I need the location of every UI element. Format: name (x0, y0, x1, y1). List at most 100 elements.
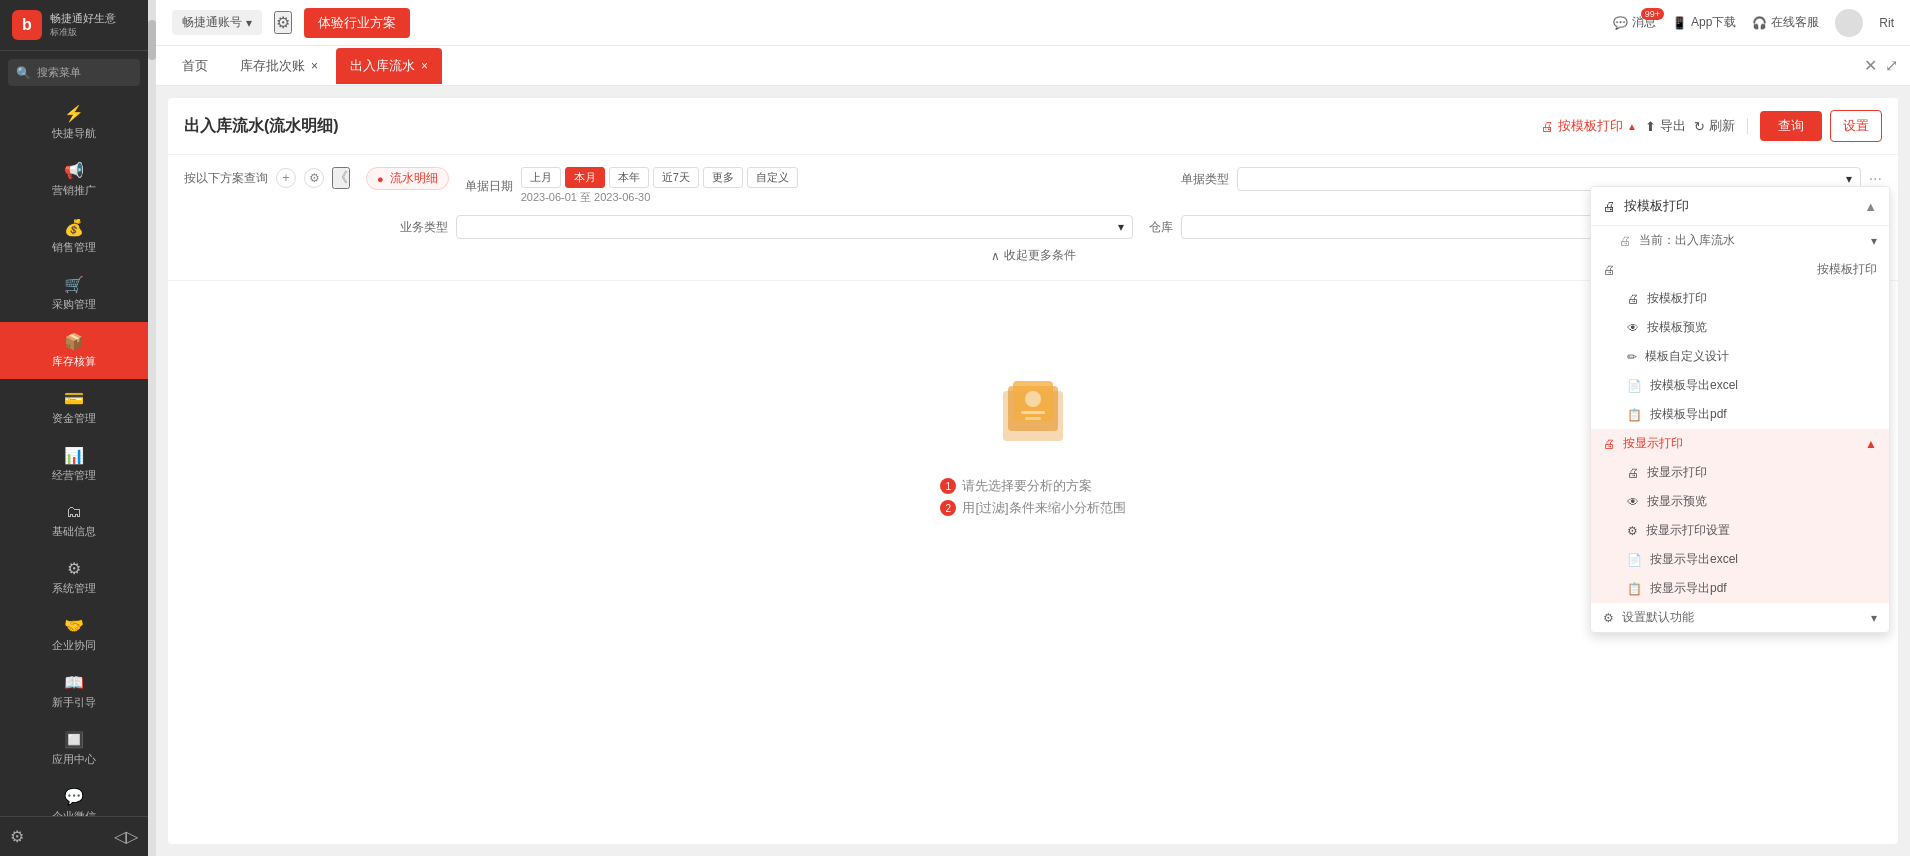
filter-settings-button[interactable]: ⚙ (304, 168, 324, 188)
sidebar-item-marketing[interactable]: 📢 营销推广 (0, 151, 148, 208)
search-menu-button[interactable]: 🔍 查询 搜索菜单 (8, 59, 140, 86)
print-template-button[interactable]: 🖨 按模板打印 ▲ (1541, 117, 1637, 135)
online-service-button[interactable]: 🎧 在线客服 (1752, 14, 1819, 31)
sidebar-search-area: 🔍 查询 搜索菜单 (0, 51, 148, 94)
display-section-chevron: ▲ (1865, 437, 1877, 451)
date-btn-this-month[interactable]: 本月 (565, 167, 605, 188)
current-text: 当前：出入库流水 (1639, 232, 1735, 249)
display-section-label: 按显示打印 (1623, 435, 1683, 452)
svg-rect-4 (1021, 411, 1045, 414)
user-selector[interactable]: 畅捷通账号 ▾ (172, 10, 262, 35)
sidebar-item-operations[interactable]: 📊 经营管理 (0, 436, 148, 493)
sidebar-item-inventory[interactable]: 📦 库存核算 (0, 322, 148, 379)
dropdown-title: 按模板打印 (1624, 197, 1689, 215)
sidebar-item-quick-nav[interactable]: ⚡ 快捷导航 (0, 94, 148, 151)
empty-step-1: 1 请先选择要分析的方案 (940, 477, 1125, 495)
template-preview-icon: 👁 (1627, 321, 1639, 335)
sidebar-item-wechat[interactable]: 💬 企业微信 (0, 777, 148, 816)
filter-tag-flow[interactable]: ● 流水明细 (366, 167, 449, 190)
message-badge: 99+ (1641, 8, 1664, 20)
tab-inventory-close[interactable]: × (421, 59, 428, 73)
filter-tag-icon: ● (377, 173, 384, 185)
sidebar-item-app-center[interactable]: 🔲 应用中心 (0, 720, 148, 777)
refresh-button[interactable]: ↻ 刷新 (1694, 117, 1735, 135)
display-section-header[interactable]: 🖨 按显示打印 ▲ (1591, 429, 1889, 458)
dropdown-item-display-print[interactable]: 🖨 按显示打印 (1591, 458, 1889, 487)
display-section-icon: 🖨 (1603, 437, 1615, 451)
date-btn-last-month[interactable]: 上月 (521, 167, 561, 188)
current-chevron: ▾ (1871, 234, 1877, 248)
tab-batch-close[interactable]: × (311, 59, 318, 73)
expand-window-button[interactable]: ⤢ (1885, 56, 1898, 75)
sidebar-item-base-info[interactable]: 🗂 基础信息 (0, 493, 148, 549)
tabs-bar: 首页 库存批次账 × 出入库流水 × ✕ ⤢ (156, 46, 1910, 86)
window-controls: ✕ ⤢ (1864, 56, 1898, 75)
user-avatar[interactable] (1835, 9, 1863, 37)
sidebar-item-sales[interactable]: 💰 销售管理 (0, 208, 148, 265)
collapse-label: 收起更多条件 (1004, 247, 1076, 264)
template-preview-label: 按模板预览 (1647, 319, 1707, 336)
sidebar-item-system[interactable]: ⚙ 系统管理 (0, 549, 148, 606)
close-window-button[interactable]: ✕ (1864, 56, 1877, 75)
filter-collapse-button[interactable]: 《 (332, 167, 350, 189)
date-range-text: 2023-06-01 至 2023-06-30 (521, 190, 798, 205)
phone-icon: 📱 (1672, 16, 1687, 30)
step-num-2: 2 (940, 500, 956, 516)
dropdown-header[interactable]: 🖨 按模板打印 ▲ (1591, 187, 1889, 226)
tab-home[interactable]: 首页 (168, 48, 222, 84)
template-section-header[interactable]: 🖨 按模板打印 (1591, 255, 1889, 284)
date-btn-this-year[interactable]: 本年 (609, 167, 649, 188)
filter-add-button[interactable]: + (276, 168, 296, 188)
settings-button[interactable]: 设置 (1830, 110, 1882, 142)
collapse-sidebar-button[interactable]: ◁▷ (114, 827, 138, 846)
dropdown-item-display-preview[interactable]: 👁 按显示预览 (1591, 487, 1889, 516)
sidebar-item-purchase[interactable]: 🛒 采购管理 (0, 265, 148, 322)
dropdown-item-display-export-excel[interactable]: 📄 按显示导出excel (1591, 545, 1889, 574)
export-icon: ⬆ (1645, 119, 1656, 134)
dropdown-item-template-preview[interactable]: 👁 按模板预览 (1591, 313, 1889, 342)
filter-label: 按以下方案查询 (184, 170, 268, 187)
export-button[interactable]: ⬆ 导出 (1645, 117, 1686, 135)
sidebar-item-cooperation[interactable]: 🤝 企业协同 (0, 606, 148, 663)
dropdown-item-template-customize[interactable]: ✏ 模板自定义设计 (1591, 342, 1889, 371)
topbar-gear-button[interactable]: ⚙ (274, 11, 292, 34)
default-settings-label: 设置默认功能 (1622, 609, 1694, 626)
step-1-text: 请先选择要分析的方案 (962, 477, 1092, 495)
dropdown-header-left: 🖨 按模板打印 (1603, 197, 1689, 215)
template-customize-label: 模板自定义设计 (1645, 348, 1729, 365)
query-button[interactable]: 查询 (1760, 111, 1822, 141)
biz-type-select[interactable]: ▾ (456, 215, 1133, 239)
page-header-right: 🖨 按模板打印 ▲ ⬆ 导出 ↻ 刷新 查询 设置 (1541, 110, 1882, 142)
date-btn-last-7days[interactable]: 近7天 (653, 167, 699, 188)
warehouse-label: 仓库 (1149, 219, 1173, 236)
industry-solution-button[interactable]: 体验行业方案 (304, 8, 410, 38)
sidebar-item-finance[interactable]: 💳 资金管理 (0, 379, 148, 436)
settings-gear-button[interactable]: ⚙ (10, 827, 24, 846)
message-button[interactable]: 💬 消息 99+ (1613, 14, 1656, 31)
dropdown-item-template-export-excel[interactable]: 📄 按模板导出excel (1591, 371, 1889, 400)
app-download-button[interactable]: 📱 App下载 (1672, 14, 1736, 31)
display-settings-label: 按显示打印设置 (1646, 522, 1730, 539)
dropdown-item-template-print[interactable]: 🖨 按模板打印 (1591, 284, 1889, 313)
date-quick-buttons: 上月 本月 本年 近7天 更多 自定义 (521, 167, 798, 188)
chevron-up-icon-collapse: ∧ (991, 249, 1000, 263)
dropdown-item-template-export-pdf[interactable]: 📋 按模板导出pdf (1591, 400, 1889, 429)
print-icon: 🖨 (1541, 119, 1554, 134)
tab-inventory-flow[interactable]: 出入库流水 × (336, 48, 442, 84)
date-btn-custom[interactable]: 自定义 (747, 167, 798, 188)
dropdown-item-display-print-settings[interactable]: ⚙ 按显示打印设置 (1591, 516, 1889, 545)
display-preview-label: 按显示预览 (1647, 493, 1707, 510)
dropdown-item-display-export-pdf[interactable]: 📋 按显示导出pdf (1591, 574, 1889, 603)
default-settings-header[interactable]: ⚙ 设置默认功能 ▾ (1591, 603, 1889, 632)
current-label[interactable]: 🖨 当前：出入库流水 ▾ (1591, 226, 1889, 255)
nav-icon-wechat: 💬 (64, 787, 84, 806)
display-pdf-label: 按显示导出pdf (1650, 580, 1727, 597)
date-btn-more[interactable]: 更多 (703, 167, 743, 188)
sidebar-item-guide[interactable]: 📖 新手引导 (0, 663, 148, 720)
nav-icon-app-center: 🔲 (64, 730, 84, 749)
nav-icon-base: 🗂 (66, 503, 82, 521)
biz-type-field: 业务类型 ▾ (400, 215, 1133, 239)
tab-batch-account[interactable]: 库存批次账 × (226, 48, 332, 84)
svg-point-3 (1025, 391, 1041, 407)
print-header-icon: 🖨 (1603, 199, 1616, 214)
